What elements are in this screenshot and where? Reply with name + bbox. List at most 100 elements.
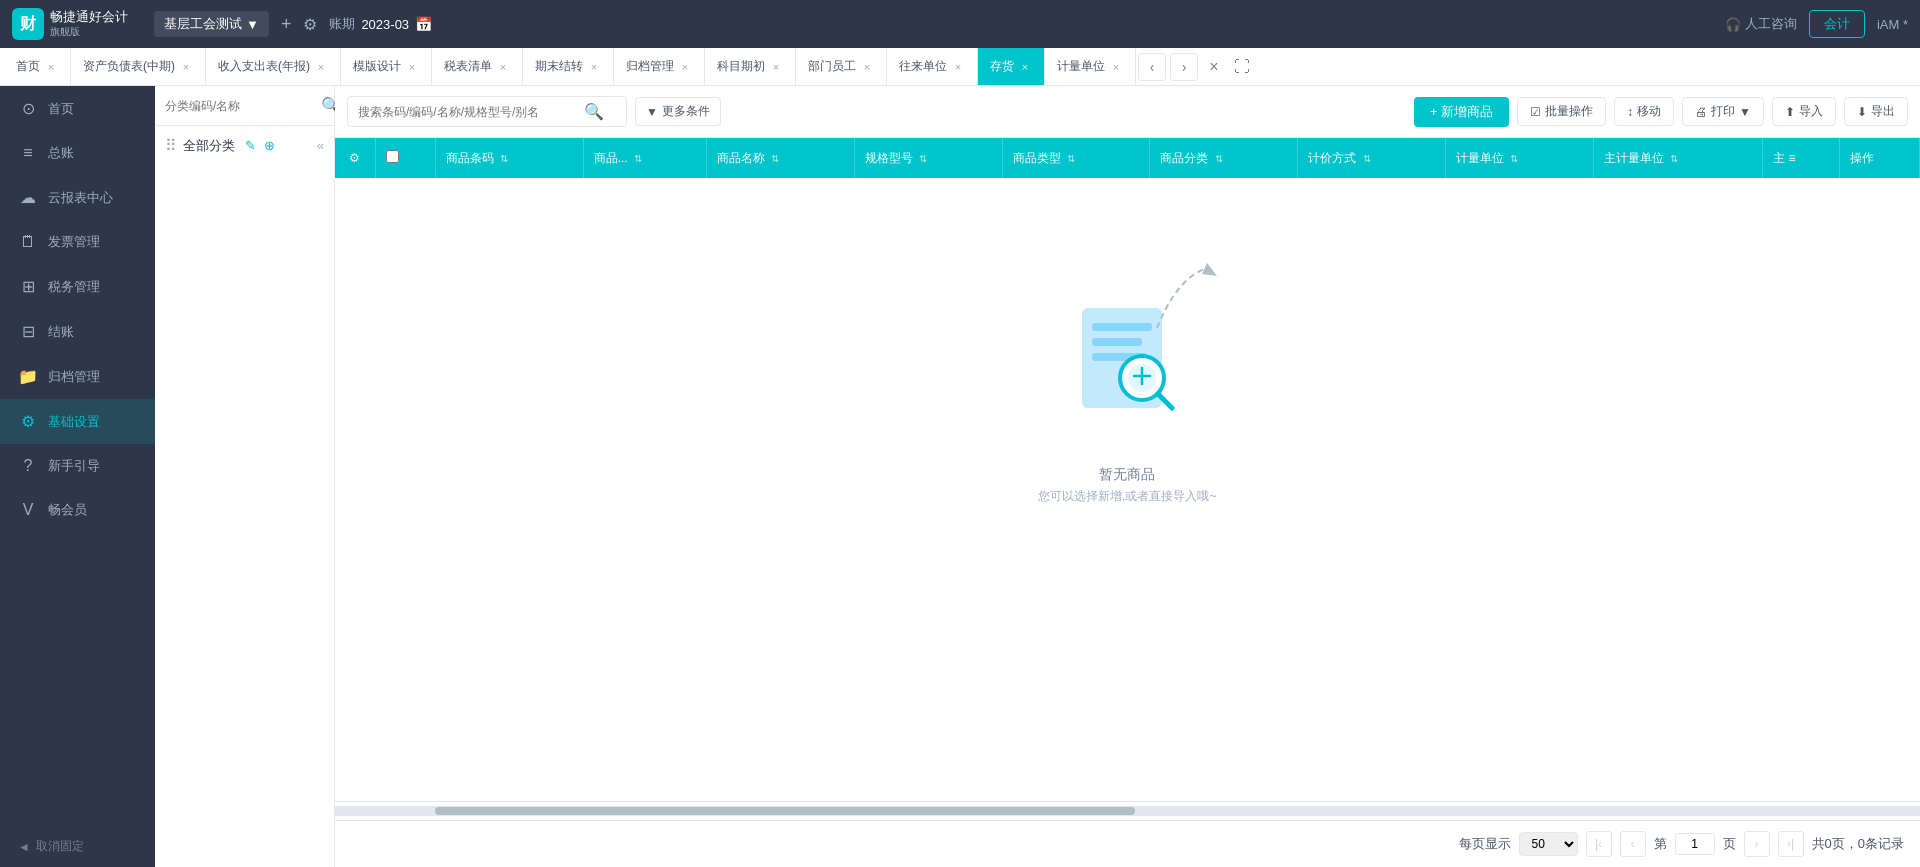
product-search-input[interactable] <box>358 105 578 119</box>
import-btn[interactable]: ⬆ 导入 <box>1772 97 1836 126</box>
search-icon[interactable]: 🔍 <box>584 102 604 121</box>
sidebar-item-invoice[interactable]: 🗒 发票管理 <box>0 220 155 264</box>
tab-department[interactable]: 部门员工 × <box>796 48 887 86</box>
all-category-item[interactable]: ⠿ 全部分类 ✎ ⊕ « <box>155 126 334 165</box>
tab-taxlist[interactable]: 税表清单 × <box>432 48 523 86</box>
tab-close-taxlist[interactable]: × <box>496 60 510 74</box>
col-settings[interactable]: ⚙ <box>335 138 375 178</box>
first-page-btn[interactable]: |‹ <box>1586 831 1612 857</box>
sidebar-label-home: 首页 <box>48 100 74 118</box>
period-value[interactable]: 2023-03 <box>361 17 409 32</box>
col-category[interactable]: 商品分类 ⇅ <box>1150 138 1298 178</box>
print-btn[interactable]: 🖨 打印 ▼ <box>1682 97 1764 126</box>
tab-close-archive[interactable]: × <box>678 60 692 74</box>
tab-inventory[interactable]: 存货 × <box>978 48 1045 86</box>
col-type[interactable]: 商品类型 ⇅ <box>1002 138 1150 178</box>
col-unit[interactable]: 计量单位 ⇅ <box>1446 138 1594 178</box>
add-tab-btn[interactable]: + <box>281 14 292 35</box>
category-edit-icon[interactable]: ⊕ <box>264 138 275 153</box>
scroll-thumb[interactable] <box>435 807 1135 815</box>
batch-btn[interactable]: ☑ 批量操作 <box>1517 97 1606 126</box>
account-btn[interactable]: 会计 <box>1809 10 1865 38</box>
tab-close-period-end[interactable]: × <box>587 60 601 74</box>
tab-close-inventory[interactable]: × <box>1018 60 1032 74</box>
category-search-input[interactable] <box>165 99 315 113</box>
tab-income[interactable]: 收入支出表(年报) × <box>206 48 341 86</box>
category-settings-icon[interactable]: ✎ <box>245 138 256 153</box>
tab-balance[interactable]: 资产负债表(中期) × <box>71 48 206 86</box>
period-label: 账期 <box>329 15 355 33</box>
tab-close-template[interactable]: × <box>405 60 419 74</box>
sidebar-item-member[interactable]: V 畅会员 <box>0 488 155 532</box>
tab-subject-init[interactable]: 科目期初 × <box>705 48 796 86</box>
sidebar-item-settings[interactable]: ⚙ 基础设置 <box>0 399 155 444</box>
tab-home[interactable]: 首页 × <box>4 48 71 86</box>
col-spec[interactable]: 规格型号 ⇅ <box>854 138 1002 178</box>
sidebar-item-tax[interactable]: ⊞ 税务管理 <box>0 264 155 309</box>
org-selector[interactable]: 基层工会测试 ▼ <box>154 11 269 37</box>
sidebar-item-archive[interactable]: 📁 归档管理 <box>0 354 155 399</box>
consult-btn[interactable]: 🎧 人工咨询 <box>1725 15 1797 33</box>
content-area: 🔍 ⠿ 全部分类 ✎ ⊕ « 🔍 <box>155 86 1920 867</box>
tab-close-dept[interactable]: × <box>860 60 874 74</box>
move-icon: ↕ <box>1627 105 1633 119</box>
settings-sidebar-icon: ⚙ <box>18 412 38 431</box>
tab-close-income[interactable]: × <box>314 60 328 74</box>
last-page-btn[interactable]: ›| <box>1778 831 1804 857</box>
tab-label: 往来单位 <box>899 58 947 75</box>
export-btn[interactable]: ⬇ 导出 <box>1844 97 1908 126</box>
more-filter-label: 更多条件 <box>662 103 710 120</box>
more-filter-btn[interactable]: ▼ 更多条件 <box>635 97 721 126</box>
horizontal-scrollbar[interactable] <box>335 806 1920 816</box>
sidebar-label-close: 结账 <box>48 323 74 341</box>
col-code[interactable]: 商品... ⇅ <box>583 138 706 178</box>
tab-close-balance[interactable]: × <box>179 60 193 74</box>
tab-contact[interactable]: 往来单位 × <box>887 48 978 86</box>
next-page-btn[interactable]: › <box>1744 831 1770 857</box>
col-main-unit[interactable]: 主计量单位 ⇅ <box>1594 138 1763 178</box>
per-page-select[interactable]: 50 100 200 <box>1519 832 1578 856</box>
tab-close-subject[interactable]: × <box>769 60 783 74</box>
tab-template[interactable]: 模版设计 × <box>341 48 432 86</box>
prev-page-btn[interactable]: ‹ <box>1620 831 1646 857</box>
cancel-pin-btn[interactable]: ◄ 取消固定 <box>0 826 155 867</box>
col-barcode[interactable]: 商品条码 ⇅ <box>435 138 583 178</box>
tab-period-end[interactable]: 期末结转 × <box>523 48 614 86</box>
tab-expand-btn[interactable]: ⛶ <box>1228 53 1256 81</box>
sidebar-label-member: 畅会员 <box>48 501 87 519</box>
header-right: 🎧 人工咨询 会计 iAM * <box>1725 10 1908 38</box>
col-name[interactable]: 商品名称 ⇅ <box>706 138 854 178</box>
col-action: 操作 <box>1840 138 1920 178</box>
col-checkbox[interactable] <box>375 138 435 178</box>
sidebar-label-report: 云报表中心 <box>48 189 113 207</box>
tab-archive[interactable]: 归档管理 × <box>614 48 705 86</box>
calendar-icon[interactable]: 📅 <box>415 16 432 32</box>
sidebar-item-general[interactable]: ≡ 总账 <box>0 131 155 175</box>
col-price-method[interactable]: 计价方式 ⇅ <box>1298 138 1446 178</box>
sidebar-item-guide[interactable]: ? 新手引导 <box>0 444 155 488</box>
sidebar-label-settings: 基础设置 <box>48 413 100 431</box>
tab-label: 部门员工 <box>808 58 856 75</box>
col-action-label: 操作 <box>1850 151 1874 165</box>
tab-prev-btn[interactable]: ‹ <box>1138 53 1166 81</box>
sidebar-item-home[interactable]: ⊙ 首页 <box>0 86 155 131</box>
add-product-btn[interactable]: + 新增商品 <box>1414 97 1509 127</box>
sidebar-item-report[interactable]: ☁ 云报表中心 <box>0 175 155 220</box>
sidebar-item-close[interactable]: ⊟ 结账 <box>0 309 155 354</box>
category-collapse-icon[interactable]: « <box>317 138 324 153</box>
tab-close-contact[interactable]: × <box>951 60 965 74</box>
content-inner: 🔍 ⠿ 全部分类 ✎ ⊕ « 🔍 <box>155 86 1920 867</box>
settings-icon[interactable]: ⚙ <box>303 15 317 34</box>
tab-close-unit[interactable]: × <box>1109 60 1123 74</box>
col-extra[interactable]: 主 ≡ <box>1763 138 1840 178</box>
tab-next-btn[interactable]: › <box>1170 53 1198 81</box>
tab-unit[interactable]: 计量单位 × <box>1045 48 1136 86</box>
tab-close-home[interactable]: × <box>44 60 58 74</box>
tab-label: 存货 <box>990 58 1014 75</box>
move-btn[interactable]: ↕ 移动 <box>1614 97 1674 126</box>
select-all-checkbox[interactable] <box>386 150 399 163</box>
headset-icon: 🎧 <box>1725 17 1741 32</box>
sort-spec-icon: ⇅ <box>919 153 927 164</box>
tab-close-all-btn[interactable]: × <box>1200 53 1228 81</box>
page-number-input[interactable] <box>1675 833 1715 855</box>
